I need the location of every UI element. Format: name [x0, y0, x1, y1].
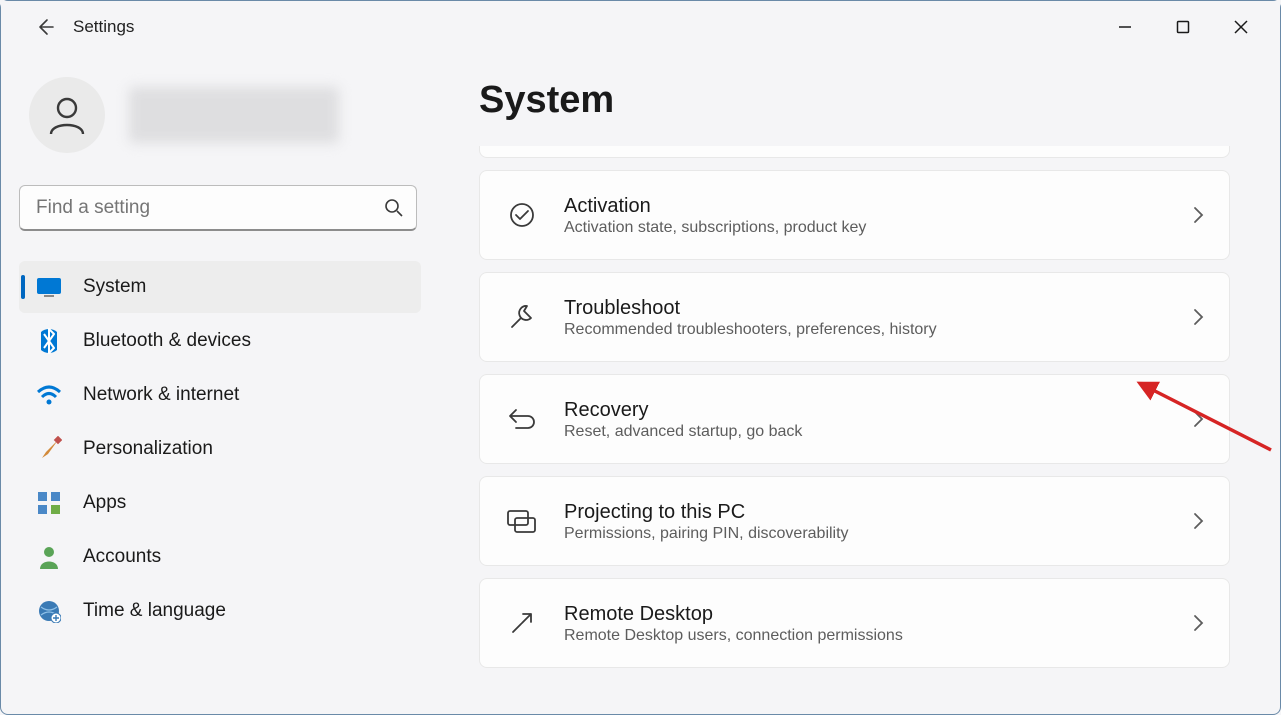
close-button[interactable]	[1212, 7, 1270, 47]
user-name-redacted	[129, 87, 339, 143]
nav: System Bluetooth & devices Network & int…	[19, 261, 421, 637]
bluetooth-icon	[35, 327, 63, 355]
maximize-button[interactable]	[1154, 7, 1212, 47]
minimize-button[interactable]	[1096, 7, 1154, 47]
maximize-icon	[1176, 20, 1190, 34]
chevron-right-icon	[1191, 510, 1205, 532]
card-text: Troubleshoot Recommended troubleshooters…	[564, 295, 1191, 339]
sidebar-item-apps[interactable]: Apps	[19, 477, 421, 529]
card-activation[interactable]: Activation Activation state, subscriptio…	[479, 170, 1230, 260]
card-subtitle: Remote Desktop users, connection permiss…	[564, 627, 1191, 645]
avatar	[29, 77, 105, 153]
recovery-icon	[504, 401, 540, 437]
card-subtitle: Reset, advanced startup, go back	[564, 423, 1191, 441]
card-recovery[interactable]: Recovery Reset, advanced startup, go bac…	[479, 374, 1230, 464]
system-icon	[35, 273, 63, 301]
card-text: Activation Activation state, subscriptio…	[564, 193, 1191, 237]
card-subtitle: Activation state, subscriptions, product…	[564, 219, 1191, 237]
sidebar-item-personalization[interactable]: Personalization	[19, 423, 421, 475]
brush-icon	[35, 435, 63, 463]
remote-icon	[504, 605, 540, 641]
projecting-icon	[504, 503, 540, 539]
sidebar-item-time[interactable]: Time & language	[19, 585, 421, 637]
card-subtitle: Recommended troubleshooters, preferences…	[564, 321, 1191, 339]
card-troubleshoot[interactable]: Troubleshoot Recommended troubleshooters…	[479, 272, 1230, 362]
close-icon	[1234, 20, 1248, 34]
card-title: Activation	[564, 193, 1191, 219]
main: System Activation Activation state, subs…	[441, 53, 1270, 714]
person-icon	[35, 543, 63, 571]
card-title: Troubleshoot	[564, 295, 1191, 321]
card-title: Recovery	[564, 397, 1191, 423]
card-remote[interactable]: Remote Desktop Remote Desktop users, con…	[479, 578, 1230, 668]
sidebar-item-label: Accounts	[83, 546, 161, 568]
minimize-icon	[1118, 20, 1132, 34]
card-subtitle: Permissions, pairing PIN, discoverabilit…	[564, 525, 1191, 543]
card-title: Projecting to this PC	[564, 499, 1191, 525]
app-title: Settings	[73, 17, 134, 37]
cards: Activation Activation state, subscriptio…	[479, 146, 1230, 668]
wrench-icon	[504, 299, 540, 335]
sidebar-item-label: System	[83, 276, 146, 298]
sidebar-item-label: Time & language	[83, 600, 226, 622]
sidebar-item-system[interactable]: System	[19, 261, 421, 313]
back-button[interactable]	[25, 7, 65, 47]
user-block[interactable]	[19, 77, 421, 153]
apps-icon	[35, 489, 63, 517]
card-text: Projecting to this PC Permissions, pairi…	[564, 499, 1191, 543]
card-projecting[interactable]: Projecting to this PC Permissions, pairi…	[479, 476, 1230, 566]
search-icon	[372, 198, 416, 218]
page-title: System	[479, 79, 1230, 122]
globe-icon	[35, 597, 63, 625]
chevron-right-icon	[1191, 204, 1205, 226]
sidebar-item-accounts[interactable]: Accounts	[19, 531, 421, 583]
card-fragment[interactable]	[479, 146, 1230, 158]
search-input[interactable]	[20, 197, 372, 219]
search-box[interactable]	[19, 185, 417, 231]
sidebar-item-network[interactable]: Network & internet	[19, 369, 421, 421]
person-icon	[46, 94, 88, 136]
chevron-right-icon	[1191, 408, 1205, 430]
sidebar-item-label: Network & internet	[83, 384, 239, 406]
sidebar-item-bluetooth[interactable]: Bluetooth & devices	[19, 315, 421, 367]
check-icon	[504, 197, 540, 233]
chevron-right-icon	[1191, 612, 1205, 634]
card-title: Remote Desktop	[564, 601, 1191, 627]
sidebar-item-label: Bluetooth & devices	[83, 330, 251, 352]
sidebar: System Bluetooth & devices Network & int…	[11, 53, 441, 714]
arrow-left-icon	[35, 17, 55, 37]
card-text: Recovery Reset, advanced startup, go bac…	[564, 397, 1191, 441]
window-controls	[1096, 7, 1270, 47]
sidebar-item-label: Apps	[83, 492, 126, 514]
chevron-right-icon	[1191, 306, 1205, 328]
card-text: Remote Desktop Remote Desktop users, con…	[564, 601, 1191, 645]
wifi-icon	[35, 381, 63, 409]
sidebar-item-label: Personalization	[83, 438, 213, 460]
titlebar: Settings	[1, 1, 1280, 53]
